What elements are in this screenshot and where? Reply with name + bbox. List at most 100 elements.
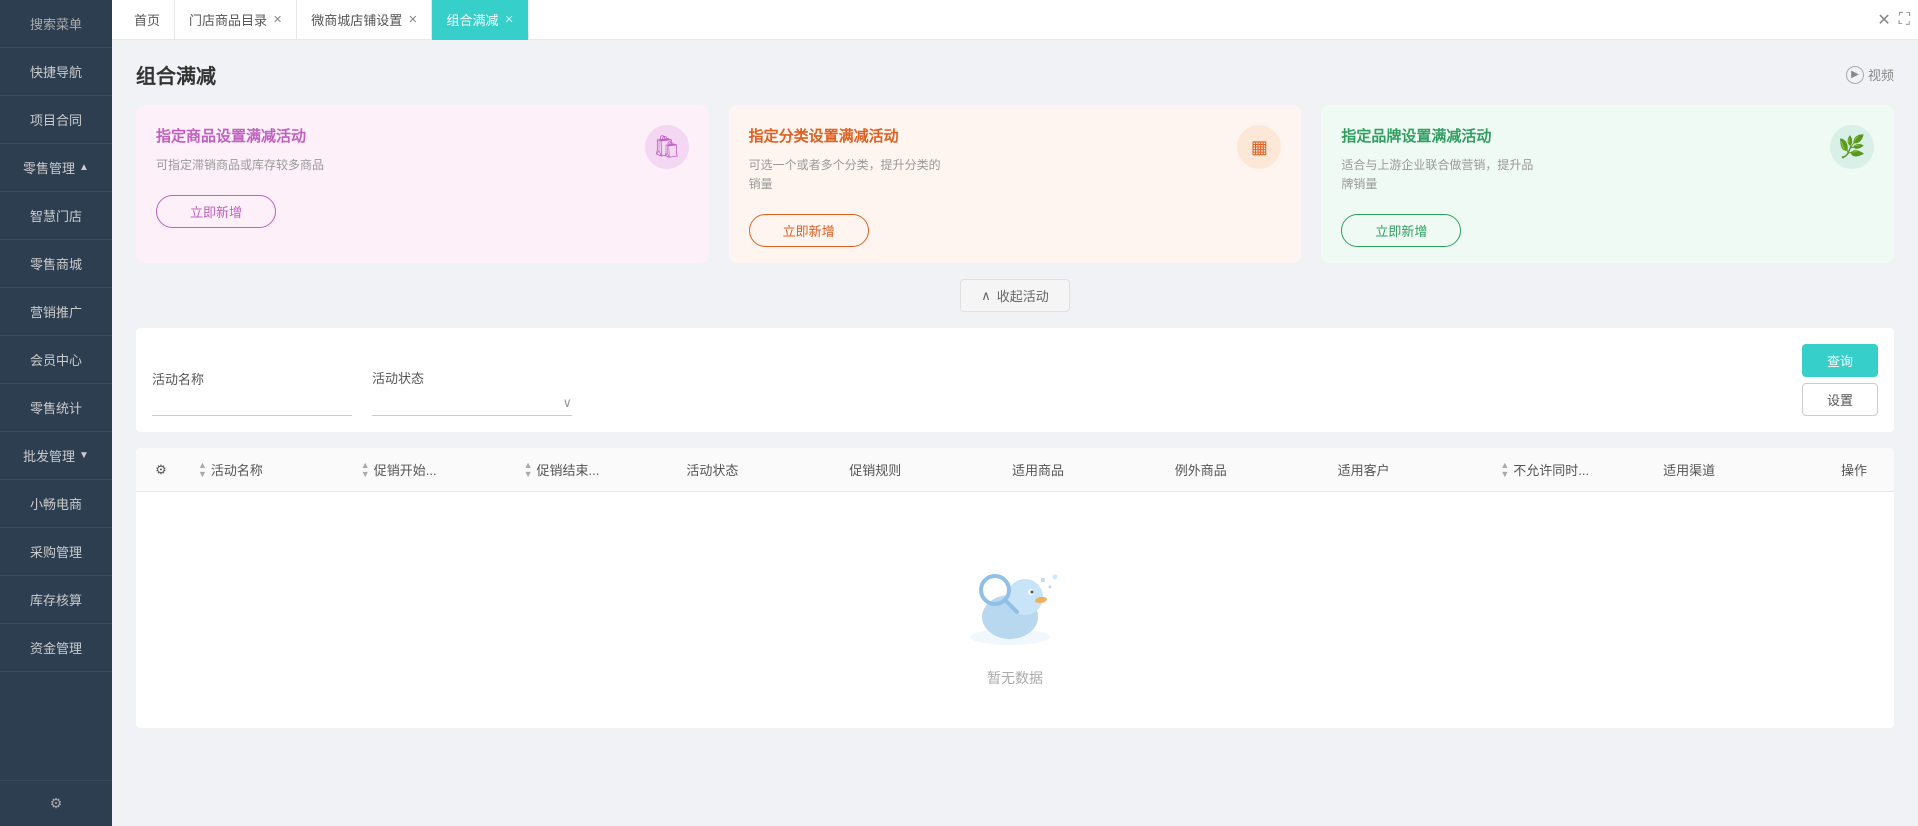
brand-card-title: 指定品牌设置满减活动 (1341, 125, 1874, 146)
tab-home-label: 首页 (134, 10, 160, 29)
collapse-label: 收起活动 (997, 286, 1049, 305)
chevron-down-icon: ∨ (562, 395, 572, 411)
activity-name-filter: 活动名称 (152, 369, 352, 416)
th-applicable-channel-label: 适用渠道 (1663, 460, 1715, 479)
sidebar-item-smart-store[interactable]: 智慧门店 (0, 192, 112, 240)
chevron-up-icon: ∧ (981, 288, 991, 304)
activity-status-select[interactable]: ∨ (372, 391, 572, 416)
filter-actions: 查询 设置 (1802, 344, 1878, 416)
sidebar-item-retail-mall[interactable]: 零售商城 (0, 240, 112, 288)
activity-status-label: 活动状态 (372, 368, 572, 387)
category-card-title: 指定分类设置满减活动 (749, 125, 1282, 146)
empty-illustration (955, 552, 1075, 652)
video-label: 视频 (1868, 65, 1894, 84)
activity-status-filter: 活动状态 ∨ (372, 368, 572, 416)
page-content: 组合满减 ▶ 视频 🛍 指定商品设置满减活动 可指定滞销商品或库存较多商品 立即… (112, 40, 1918, 826)
brand-card-desc: 适合与上游企业联合做营销，提升品牌销量 (1341, 156, 1541, 194)
sidebar-search[interactable]: 搜索菜单 (0, 0, 112, 48)
tab-home[interactable]: 首页 (120, 0, 175, 40)
product-card-add-button[interactable]: 立即新增 (156, 195, 276, 228)
activity-name-input[interactable] (152, 392, 352, 416)
th-no-concurrent: ▲▼ 不允许同时... (1488, 460, 1651, 479)
activity-card-product: 🛍 指定商品设置满减活动 可指定滞销商品或库存较多商品 立即新增 (136, 105, 709, 263)
brand-card-icon: 🌿 (1830, 125, 1874, 169)
th-promo-rule: 促销规则 (837, 460, 1000, 479)
tab-bar-actions: ✕ ⛶ (1877, 10, 1910, 30)
tab-bar: 首页 门店商品目录 ✕ 微商城店铺设置 ✕ 组合满减 ✕ ✕ ⛶ (112, 0, 1918, 40)
maximize-window-button[interactable]: ⛶ (1899, 11, 1910, 29)
th-applicable-goods-label: 适用商品 (1012, 460, 1064, 479)
chevron-up-icon: ▲ (79, 162, 89, 173)
category-card-desc: 可选一个或者多个分类，提升分类的销量 (749, 156, 949, 194)
sidebar-item-retail-mgmt[interactable]: 零售管理 ▲ (0, 144, 112, 192)
activity-name-label: 活动名称 (152, 369, 352, 388)
sort-no-concurrent[interactable]: ▲▼ (1500, 461, 1509, 479)
sidebar-item-marketing[interactable]: 营销推广 (0, 288, 112, 336)
setting-button[interactable]: 设置 (1802, 383, 1878, 416)
sidebar-item-ecommerce[interactable]: 小畅电商 (0, 480, 112, 528)
th-operation-label: 操作 (1841, 460, 1867, 479)
sort-activity-name[interactable]: ▲▼ (198, 461, 207, 479)
data-table: ⚙ ▲▼ 活动名称 ▲▼ 促销开始... ▲▼ 促销结束... 活动状态 (136, 448, 1894, 728)
collapse-activity-button[interactable]: ∧ 收起活动 (960, 279, 1070, 312)
main-area: 首页 门店商品目录 ✕ 微商城店铺设置 ✕ 组合满减 ✕ ✕ ⛶ 组合满减 ▶ … (112, 0, 1918, 826)
th-promo-start: ▲▼ 促销开始... (349, 460, 512, 479)
activity-cards: 🛍 指定商品设置满减活动 可指定滞销商品或库存较多商品 立即新增 ▦ 指定分类设… (136, 105, 1894, 263)
th-no-concurrent-label: 不允许同时... (1513, 460, 1589, 479)
settings-icon: ⚙ (155, 462, 167, 478)
th-promo-start-label: 促销开始... (374, 460, 437, 479)
tab-mini-store-close[interactable]: ✕ (408, 13, 417, 26)
sort-promo-start[interactable]: ▲▼ (361, 461, 370, 479)
tab-combo-discount[interactable]: 组合满减 ✕ (432, 0, 528, 40)
sidebar-item-quick-nav[interactable]: 快捷导航 (0, 48, 112, 96)
th-settings[interactable]: ⚙ (136, 462, 186, 478)
sidebar-item-purchase-mgmt[interactable]: 采购管理 (0, 528, 112, 576)
th-exception-goods: 例外商品 (1163, 460, 1326, 479)
th-exception-goods-label: 例外商品 (1175, 460, 1227, 479)
tab-combo-discount-close[interactable]: ✕ (505, 13, 514, 26)
th-promo-rule-label: 促销规则 (849, 460, 901, 479)
th-activity-name: ▲▼ 活动名称 (186, 460, 349, 479)
collapse-bar: ∧ 收起活动 (136, 279, 1894, 312)
empty-state: 暂无数据 (136, 492, 1894, 728)
product-card-desc: 可指定滞销商品或库存较多商品 (156, 156, 356, 175)
activity-card-brand: 🌿 指定品牌设置满减活动 适合与上游企业联合做营销，提升品牌销量 立即新增 (1321, 105, 1894, 263)
video-link[interactable]: ▶ 视频 (1846, 65, 1894, 84)
th-activity-name-label: 活动名称 (211, 460, 263, 479)
th-applicable-goods: 适用商品 (1000, 460, 1163, 479)
page-header: 组合满减 ▶ 视频 (136, 60, 1894, 89)
table-header: ⚙ ▲▼ 活动名称 ▲▼ 促销开始... ▲▼ 促销结束... 活动状态 (136, 448, 1894, 492)
sidebar-item-wholesale-mgmt[interactable]: 批发管理 ▼ (0, 432, 112, 480)
close-window-button[interactable]: ✕ (1877, 10, 1890, 30)
sidebar: 搜索菜单 快捷导航 项目合同 零售管理 ▲ 智慧门店 零售商城 营销推广 会员中… (0, 0, 112, 826)
category-card-add-button[interactable]: 立即新增 (749, 214, 869, 247)
sidebar-item-inventory[interactable]: 库存核算 (0, 576, 112, 624)
query-button[interactable]: 查询 (1802, 344, 1878, 377)
category-card-icon: ▦ (1237, 125, 1281, 169)
chevron-down-icon: ▼ (79, 450, 89, 461)
tab-store-catalog[interactable]: 门店商品目录 ✕ (175, 0, 297, 40)
settings-button[interactable]: ⚙ (0, 780, 112, 826)
sidebar-item-project-contract[interactable]: 项目合同 (0, 96, 112, 144)
tab-combo-discount-label: 组合满减 (446, 10, 498, 29)
th-applicable-channel: 适用渠道 (1651, 460, 1814, 479)
tab-mini-store-label: 微商城店铺设置 (311, 10, 402, 29)
page-title: 组合满减 (136, 60, 216, 89)
th-activity-status-label: 活动状态 (686, 460, 738, 479)
sidebar-item-member-center[interactable]: 会员中心 (0, 336, 112, 384)
product-card-icon: 🛍 (645, 125, 689, 169)
th-applicable-customer: 适用客户 (1326, 460, 1489, 479)
sort-promo-end[interactable]: ▲▼ (524, 461, 533, 479)
th-operation: 操作 (1814, 460, 1894, 479)
sidebar-item-retail-stats[interactable]: 零售统计 (0, 384, 112, 432)
activity-card-category: ▦ 指定分类设置满减活动 可选一个或者多个分类，提升分类的销量 立即新增 (729, 105, 1302, 263)
tab-store-catalog-close[interactable]: ✕ (273, 13, 282, 26)
th-promo-end-label: 促销结束... (537, 460, 600, 479)
th-activity-status: 活动状态 (674, 460, 837, 479)
tab-mini-store-settings[interactable]: 微商城店铺设置 ✕ (297, 0, 432, 40)
product-card-title: 指定商品设置满减活动 (156, 125, 689, 146)
brand-card-add-button[interactable]: 立即新增 (1341, 214, 1461, 247)
sidebar-item-finance[interactable]: 资金管理 (0, 624, 112, 672)
tab-store-catalog-label: 门店商品目录 (189, 10, 267, 29)
empty-text: 暂无数据 (987, 668, 1043, 688)
